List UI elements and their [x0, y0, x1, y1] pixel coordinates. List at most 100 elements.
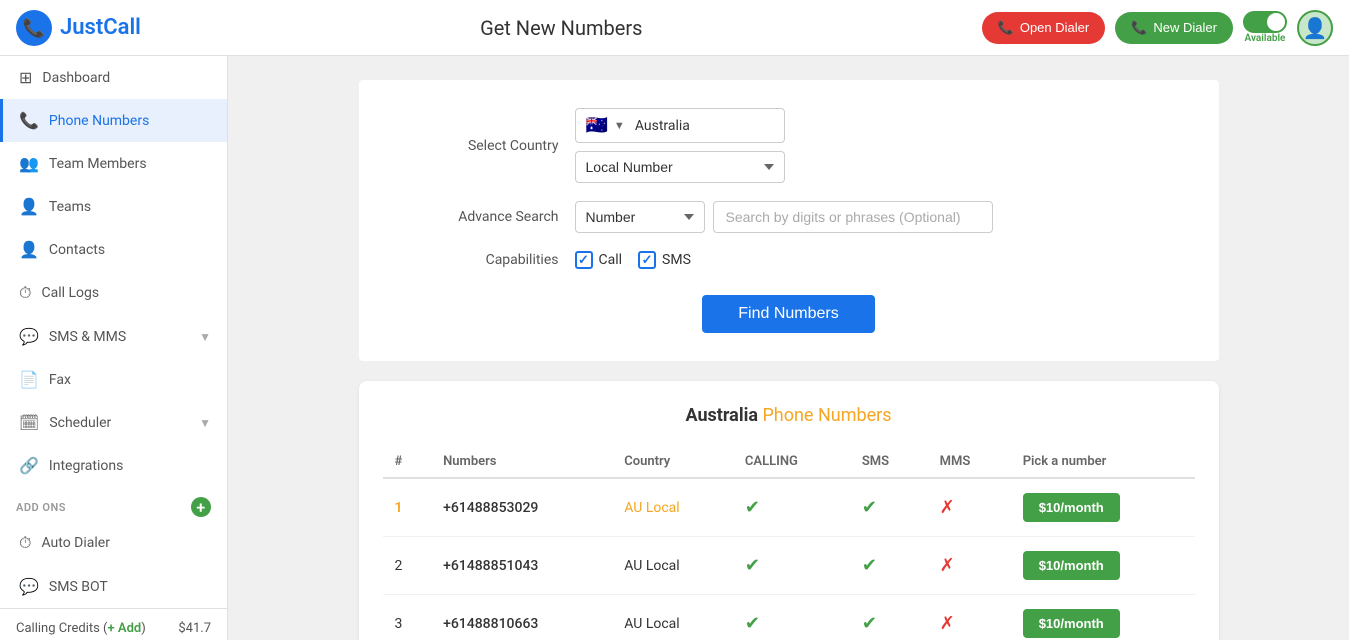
teams-icon: 👤 — [19, 197, 39, 216]
results-title: Australia Phone Numbers — [383, 405, 1195, 426]
cell-mms: ✗ — [928, 595, 1011, 640]
col-pick: Pick a number — [1011, 446, 1195, 478]
sidebar-item-label: Call Logs — [41, 285, 99, 301]
page-title: Get New Numbers — [480, 16, 642, 40]
col-num: # — [383, 446, 432, 478]
cell-num: 2 — [383, 537, 432, 595]
sidebar-item-label: SMS & MMS — [49, 329, 126, 345]
sidebar-item-dashboard[interactable]: ⊞ Dashboard — [0, 56, 227, 99]
toggle-knob — [1267, 13, 1285, 31]
cell-country: AU Local — [612, 595, 733, 640]
search-by-select[interactable]: Number Area Code Contains — [575, 201, 705, 233]
phone-icon: 📞 — [998, 20, 1014, 36]
sidebar-item-integrations[interactable]: 🔗 Integrations — [0, 444, 227, 487]
col-country: Country — [612, 446, 733, 478]
sms-checkbox[interactable] — [638, 251, 656, 269]
status-toggle[interactable]: Available — [1243, 11, 1287, 44]
country-controls: 🇦🇺 ▼ Australia Local Number Toll Free Mo… — [575, 108, 785, 183]
open-dialer-button[interactable]: 📞 Open Dialer — [982, 12, 1106, 44]
calling-check-icon: ✔ — [745, 555, 760, 576]
addons-section-label: ADD ONS + — [0, 487, 227, 521]
table-row: 2 +61488851043 AU Local ✔ ✔ ✗ $10/month — [383, 537, 1195, 595]
sidebar-item-contacts[interactable]: 👤 Contacts — [0, 228, 227, 271]
adv-search-controls: Number Area Code Contains — [575, 201, 993, 233]
get-numbers-form: Select Country 🇦🇺 ▼ Australia Local Numb… — [359, 80, 1219, 361]
logo-text: JustCall — [60, 15, 141, 40]
sidebar-item-sms-mms[interactable]: 💬 SMS & MMS ▼ — [0, 315, 227, 358]
select-country-row: Select Country 🇦🇺 ▼ Australia Local Numb… — [399, 108, 1179, 183]
sidebar-item-label: SMS BOT — [49, 579, 108, 595]
col-mms: MMS — [928, 446, 1011, 478]
sidebar-item-label: Integrations — [49, 458, 123, 474]
sms-check-icon: ✔ — [862, 497, 877, 518]
country-select-wrapper[interactable]: 🇦🇺 ▼ Australia — [575, 108, 785, 143]
credits-value: $41.7 — [178, 621, 211, 636]
cell-country: AU Local — [612, 537, 733, 595]
sidebar-item-label: Contacts — [49, 242, 105, 258]
credits-label: Calling Credits (+ Add) — [16, 621, 146, 636]
main-content: Select Country 🇦🇺 ▼ Australia Local Numb… — [228, 56, 1349, 640]
status-label: Available — [1245, 33, 1286, 44]
sidebar-item-team-members[interactable]: 👥 Team Members — [0, 142, 227, 185]
sidebar-item-label: Phone Numbers — [49, 113, 149, 129]
sidebar-item-call-logs[interactable]: ⏱ Call Logs — [0, 271, 227, 315]
cell-sms: ✔ — [850, 595, 928, 640]
sms-check-icon: ✔ — [862, 555, 877, 576]
cell-pick: $10/month — [1011, 537, 1195, 595]
integrations-icon: 🔗 — [19, 456, 39, 475]
search-input[interactable] — [713, 201, 993, 233]
credits-row: Calling Credits (+ Add) $41.7 — [16, 621, 211, 636]
find-row: Find Numbers — [399, 287, 1179, 333]
cell-sms: ✔ — [850, 478, 928, 537]
sidebar-item-auto-dialer[interactable]: ⏱ Auto Dialer — [0, 521, 227, 565]
calling-check-icon: ✔ — [745, 497, 760, 518]
cell-mms: ✗ — [928, 478, 1011, 537]
mms-cross-icon: ✗ — [940, 497, 955, 518]
sidebar-item-teams[interactable]: 👤 Teams — [0, 185, 227, 228]
cell-calling: ✔ — [733, 537, 850, 595]
pick-number-button[interactable]: $10/month — [1023, 551, 1120, 580]
call-logs-icon: ⏱ — [19, 283, 31, 303]
phone-numbers-icon: 📞 — [19, 111, 39, 130]
col-numbers: Numbers — [431, 446, 612, 478]
sidebar-item-phone-numbers[interactable]: 📞 Phone Numbers — [0, 99, 227, 142]
logo-icon: 📞 — [16, 10, 52, 46]
pick-number-button[interactable]: $10/month — [1023, 609, 1120, 638]
capabilities-row: Capabilities Call SMS — [399, 251, 1179, 269]
sidebar-item-label: Fax — [49, 372, 71, 388]
capabilities-label: Capabilities — [399, 252, 559, 268]
sidebar-item-sms-bot[interactable]: 💬 SMS BOT — [0, 565, 227, 608]
cell-number: +61488810663 — [431, 595, 612, 640]
select-country-label: Select Country — [399, 138, 559, 154]
sidebar-item-label: Dashboard — [42, 70, 110, 86]
sidebar-item-label: Scheduler — [49, 415, 111, 431]
pick-number-button[interactable]: $10/month — [1023, 493, 1120, 522]
header-actions: 📞 Open Dialer 📞 New Dialer Available 👤 — [982, 10, 1333, 46]
fax-icon: 📄 — [19, 370, 39, 389]
sms-capability: SMS — [638, 251, 691, 269]
number-type-select[interactable]: Local Number Toll Free Mobile — [575, 151, 785, 183]
logo: 📞 JustCall — [16, 10, 141, 46]
advance-search-row: Advance Search Number Area Code Contains — [399, 201, 1179, 233]
find-numbers-button[interactable]: Find Numbers — [702, 295, 874, 333]
new-dialer-button[interactable]: 📞 New Dialer — [1115, 12, 1233, 44]
sidebar-item-label: Teams — [49, 199, 91, 215]
call-checkbox[interactable] — [575, 251, 593, 269]
add-addon-button[interactable]: + — [191, 497, 211, 517]
cell-calling: ✔ — [733, 595, 850, 640]
cell-number: +61488851043 — [431, 537, 612, 595]
chevron-down-icon: ▼ — [199, 330, 211, 344]
sidebar-item-scheduler[interactable]: 🗓 Scheduler ▼ — [0, 401, 227, 444]
team-members-icon: 👥 — [19, 154, 39, 173]
advance-search-label: Advance Search — [399, 209, 559, 225]
sidebar-item-label: Team Members — [49, 156, 147, 172]
dashboard-icon: ⊞ — [19, 68, 32, 87]
avatar[interactable]: 👤 — [1297, 10, 1333, 46]
sidebar-item-fax[interactable]: 📄 Fax — [0, 358, 227, 401]
toggle-switch — [1243, 11, 1287, 33]
app-header: 📞 JustCall Get New Numbers 📞 Open Dialer… — [0, 0, 1349, 56]
call-capability: Call — [575, 251, 623, 269]
add-credits-button[interactable]: + Add — [108, 621, 142, 636]
cell-calling: ✔ — [733, 478, 850, 537]
cell-pick: $10/month — [1011, 478, 1195, 537]
